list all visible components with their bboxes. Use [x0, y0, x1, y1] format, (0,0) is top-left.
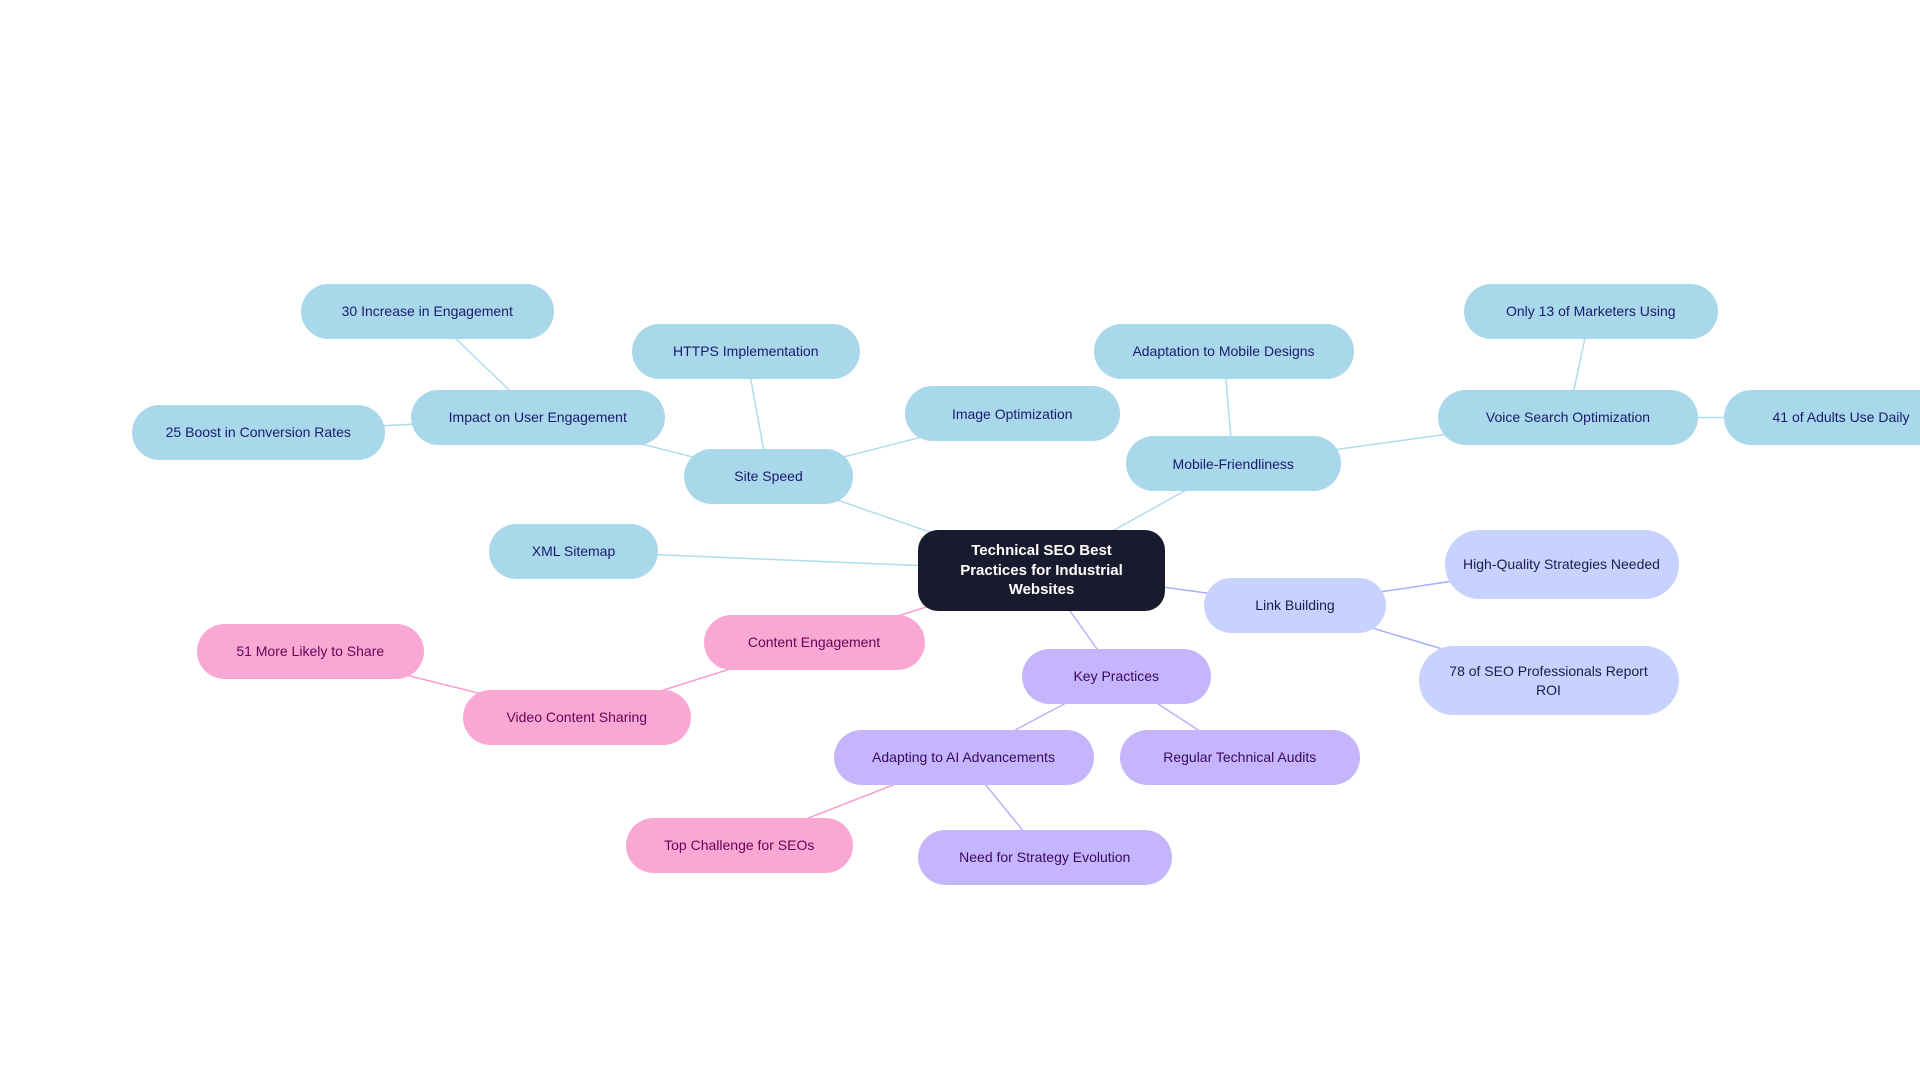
node-video-content: Video Content Sharing: [463, 690, 691, 745]
node-regular-audits: Regular Technical Audits: [1120, 730, 1361, 785]
node-xml-sitemap: XML Sitemap: [489, 524, 658, 579]
node-high-quality: High-Quality Strategies Needed: [1445, 530, 1679, 599]
node-only-13: Only 13 of Marketers Using: [1464, 284, 1718, 339]
node-51-likely: 51 More Likely to Share: [197, 624, 425, 679]
node-content-engagement: Content Engagement: [704, 615, 925, 670]
node-41-adults: 41 of Adults Use Daily: [1724, 390, 1920, 445]
node-site-speed: Site Speed: [684, 449, 853, 504]
node-increase-engagement: 30 Increase in Engagement: [301, 284, 555, 339]
mindmap-container: Technical SEO Best Practices for Industr…: [0, 0, 1920, 1083]
node-https: HTTPS Implementation: [632, 324, 860, 379]
node-image-opt: Image Optimization: [905, 386, 1120, 441]
node-key-practices: Key Practices: [1022, 649, 1211, 704]
node-top-challenge: Top Challenge for SEOs: [626, 818, 854, 873]
node-adaptation-mobile: Adaptation to Mobile Designs: [1094, 324, 1354, 379]
node-adapting-ai: Adapting to AI Advancements: [834, 730, 1094, 785]
node-impact-engagement: Impact on User Engagement: [411, 390, 665, 445]
node-center: Technical SEO Best Practices for Industr…: [918, 530, 1165, 611]
node-mobile-friendliness: Mobile-Friendliness: [1126, 436, 1341, 491]
node-link-building: Link Building: [1204, 578, 1386, 633]
node-need-strategy: Need for Strategy Evolution: [918, 830, 1172, 885]
node-voice-search: Voice Search Optimization: [1438, 390, 1698, 445]
node-boost-conversion: 25 Boost in Conversion Rates: [132, 405, 386, 460]
node-78-seo: 78 of SEO Professionals Report ROI: [1419, 646, 1679, 715]
